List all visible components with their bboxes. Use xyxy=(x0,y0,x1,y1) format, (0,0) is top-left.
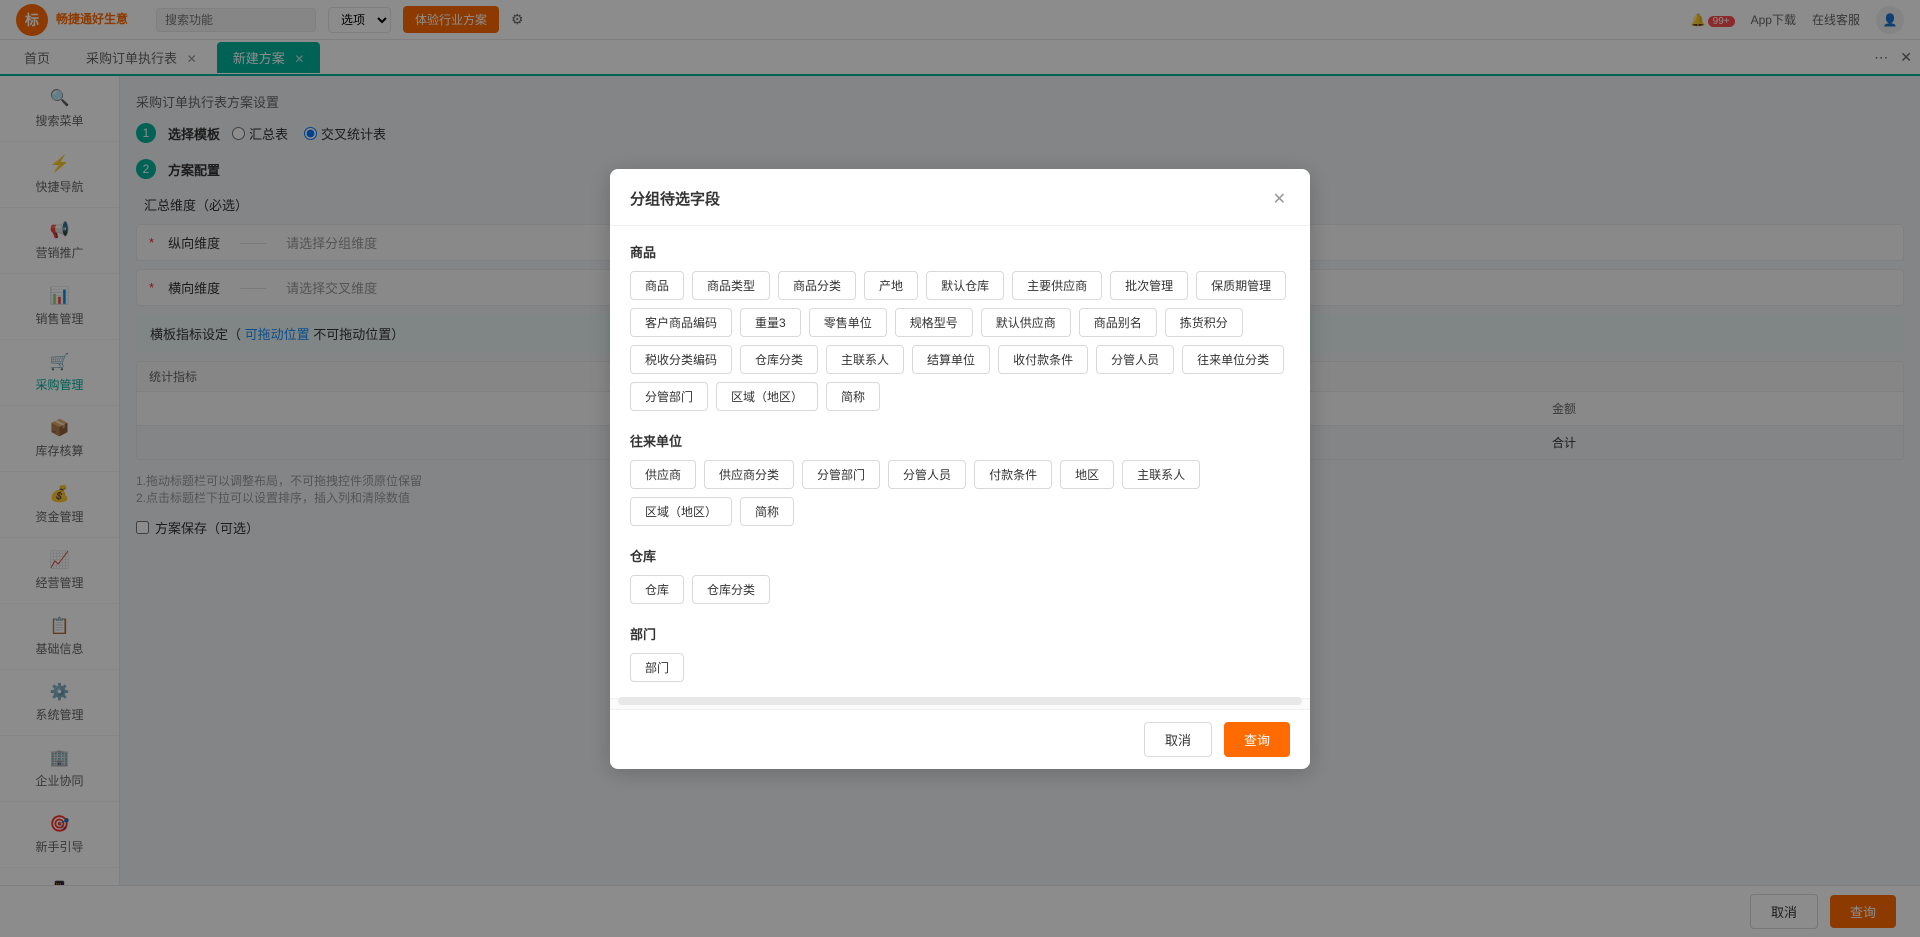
department-section-title: 部门 xyxy=(630,624,1290,643)
field-tag-商品类型[interactable]: 商品类型 xyxy=(692,271,770,300)
field-tag-供应商[interactable]: 供应商 xyxy=(630,460,696,489)
field-tag-分管人员[interactable]: 分管人员 xyxy=(888,460,966,489)
field-tag-商品别名[interactable]: 商品别名 xyxy=(1079,308,1157,337)
field-tag-主联系人[interactable]: 主联系人 xyxy=(1122,460,1200,489)
field-tag-拣货积分[interactable]: 拣货积分 xyxy=(1165,308,1243,337)
field-tag-付款条件[interactable]: 付款条件 xyxy=(974,460,1052,489)
field-tag-仓库分类[interactable]: 仓库分类 xyxy=(692,575,770,604)
modal-overlay: 分组待选字段 ✕ 商品 商品商品类型商品分类产地默认仓库主要供应商批次管理保质期… xyxy=(0,0,1920,937)
product-field-tags: 商品商品类型商品分类产地默认仓库主要供应商批次管理保质期管理客户商品编码重量3 零… xyxy=(630,271,1290,411)
field-tag-简称[interactable]: 简称 xyxy=(740,497,794,526)
warehouse-section: 仓库 仓库仓库分类 xyxy=(630,546,1290,604)
product-section-title: 商品 xyxy=(630,242,1290,261)
cancel-btn[interactable]: 取消 xyxy=(1144,722,1212,757)
field-tag-重量3[interactable]: 重量3 xyxy=(740,308,801,337)
field-tag-区域（地区）[interactable]: 区域（地区） xyxy=(630,497,732,526)
field-tag-分管部门[interactable]: 分管部门 xyxy=(802,460,880,489)
partner-field-tags: 供应商供应商分类分管部门分管人员付款条件地区主联系人区域（地区） 简称 xyxy=(630,460,1290,526)
field-tag-保质期管理[interactable]: 保质期管理 xyxy=(1196,271,1286,300)
modal-header: 分组待选字段 ✕ xyxy=(610,169,1310,226)
field-tag-商品[interactable]: 商品 xyxy=(630,271,684,300)
field-tag-简称[interactable]: 简称 xyxy=(826,382,880,411)
field-tag-部门[interactable]: 部门 xyxy=(630,653,684,682)
field-tag-结算单位[interactable]: 结算单位 xyxy=(912,345,990,374)
field-tag-规格型号[interactable]: 规格型号 xyxy=(895,308,973,337)
field-tag-税收分类编码[interactable]: 税收分类编码 xyxy=(630,345,732,374)
field-tag-地区[interactable]: 地区 xyxy=(1060,460,1114,489)
field-tag-商品分类[interactable]: 商品分类 xyxy=(778,271,856,300)
warehouse-field-tags: 仓库仓库分类 xyxy=(630,575,1290,604)
field-tag-默认供应商[interactable]: 默认供应商 xyxy=(981,308,1071,337)
modal-close-btn[interactable]: ✕ xyxy=(1269,185,1290,213)
field-tag-默认仓库[interactable]: 默认仓库 xyxy=(926,271,1004,300)
modal-title: 分组待选字段 xyxy=(630,188,720,209)
field-tag-仓库[interactable]: 仓库 xyxy=(630,575,684,604)
field-tag-批次管理[interactable]: 批次管理 xyxy=(1110,271,1188,300)
department-section: 部门 部门 xyxy=(630,624,1290,682)
field-tag-往来单位分类[interactable]: 往来单位分类 xyxy=(1182,345,1284,374)
modal-hscroll[interactable] xyxy=(610,698,1310,709)
partner-section: 往来单位 供应商供应商分类分管部门分管人员付款条件地区主联系人区域（地区） 简称 xyxy=(630,431,1290,526)
modal-body: 商品 商品商品类型商品分类产地默认仓库主要供应商批次管理保质期管理客户商品编码重… xyxy=(610,226,1310,698)
modal-footer: 取消 查询 xyxy=(610,709,1310,769)
field-tag-客户商品编码[interactable]: 客户商品编码 xyxy=(630,308,732,337)
field-tag-分管部门[interactable]: 分管部门 xyxy=(630,382,708,411)
field-tag-零售单位[interactable]: 零售单位 xyxy=(809,308,887,337)
field-tag-主要供应商[interactable]: 主要供应商 xyxy=(1012,271,1102,300)
field-tag-主联系人[interactable]: 主联系人 xyxy=(826,345,904,374)
confirm-btn[interactable]: 查询 xyxy=(1224,722,1290,757)
field-tag-收付款条件[interactable]: 收付款条件 xyxy=(998,345,1088,374)
field-tag-分管人员[interactable]: 分管人员 xyxy=(1096,345,1174,374)
partner-section-title: 往来单位 xyxy=(630,431,1290,450)
field-tag-供应商分类[interactable]: 供应商分类 xyxy=(704,460,794,489)
department-field-tags: 部门 xyxy=(630,653,1290,682)
field-tag-产地[interactable]: 产地 xyxy=(864,271,918,300)
field-tag-仓库分类[interactable]: 仓库分类 xyxy=(740,345,818,374)
field-tag-区域（地区）[interactable]: 区域（地区） xyxy=(716,382,818,411)
modal: 分组待选字段 ✕ 商品 商品商品类型商品分类产地默认仓库主要供应商批次管理保质期… xyxy=(610,169,1310,769)
warehouse-section-title: 仓库 xyxy=(630,546,1290,565)
product-section: 商品 商品商品类型商品分类产地默认仓库主要供应商批次管理保质期管理客户商品编码重… xyxy=(630,242,1290,411)
